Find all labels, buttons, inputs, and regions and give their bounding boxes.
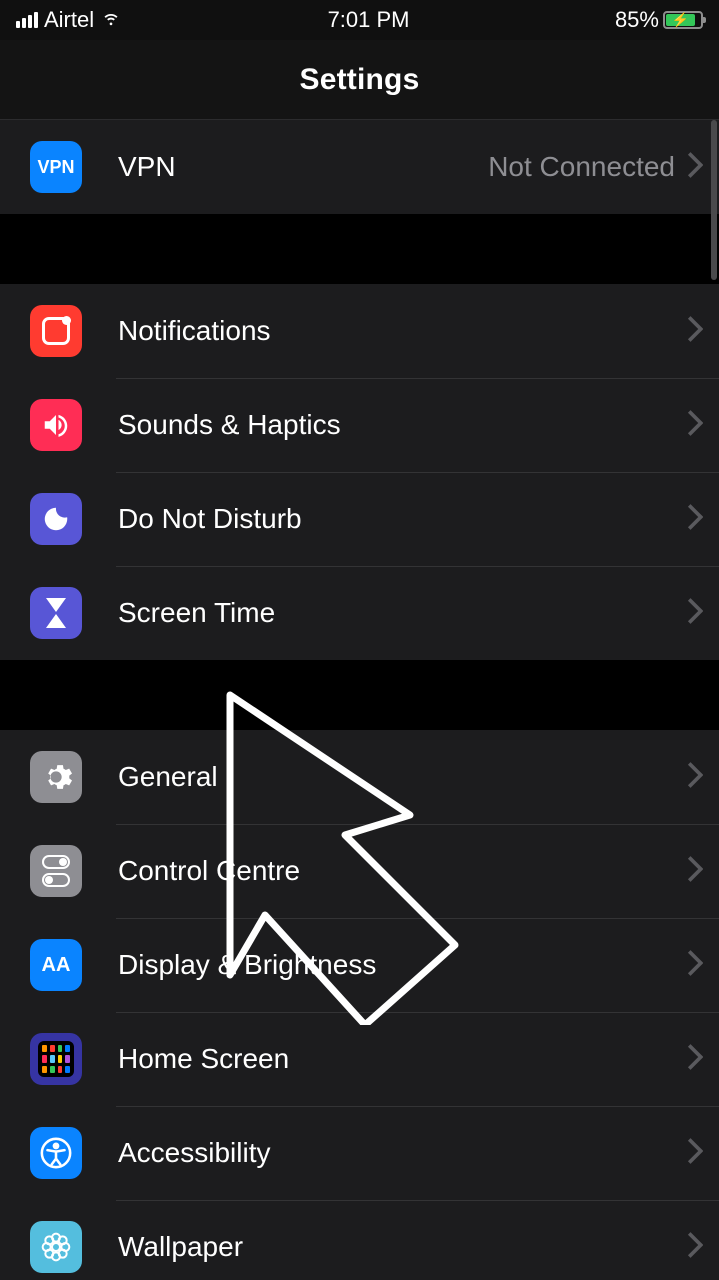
row-label: Wallpaper [118,1231,687,1263]
chevron-right-icon [687,762,703,793]
toggles-icon [30,845,82,897]
notifications-icon [30,305,82,357]
gear-icon [30,751,82,803]
status-time: 7:01 PM [328,7,410,33]
hourglass-icon [30,587,82,639]
home-grid-icon [30,1033,82,1085]
row-home-screen[interactable]: Home Screen [0,1012,719,1106]
row-label: Sounds & Haptics [118,409,687,441]
row-label: VPN [118,151,488,183]
text-size-icon: AA [30,939,82,991]
group-separator [0,660,719,730]
row-label: General [118,761,687,793]
row-notifications[interactable]: Notifications [0,284,719,378]
row-vpn[interactable]: VPN VPN Not Connected [0,120,719,214]
row-detail: Not Connected [488,151,675,183]
flower-icon [30,1221,82,1273]
sounds-icon [30,399,82,451]
cellular-signal-icon [16,12,38,28]
chevron-right-icon [687,410,703,441]
row-screentime[interactable]: Screen Time [0,566,719,660]
chevron-right-icon [687,598,703,629]
settings-group: Notifications Sounds & Haptics Do Not Di… [0,284,719,660]
status-right: 85% ⚡ [615,7,703,33]
group-separator [0,214,719,284]
row-wallpaper[interactable]: Wallpaper [0,1200,719,1280]
page-title: Settings [300,63,420,97]
settings-group: General Control Centre AA Display & Brig… [0,730,719,1280]
settings-list[interactable]: VPN VPN Not Connected Notifications Soun… [0,120,719,1280]
row-control-centre[interactable]: Control Centre [0,824,719,918]
chevron-right-icon [687,950,703,981]
battery-icon: ⚡ [663,11,703,29]
row-accessibility[interactable]: Accessibility [0,1106,719,1200]
nav-header: Settings [0,40,719,120]
row-sounds[interactable]: Sounds & Haptics [0,378,719,472]
row-label: Screen Time [118,597,687,629]
row-label: Display & Brightness [118,949,687,981]
battery-percent: 85% [615,7,659,33]
row-label: Notifications [118,315,687,347]
row-display[interactable]: AA Display & Brightness [0,918,719,1012]
chevron-right-icon [687,152,703,183]
chevron-right-icon [687,1232,703,1263]
vpn-icon: VPN [30,141,82,193]
row-general[interactable]: General [0,730,719,824]
row-label: Control Centre [118,855,687,887]
row-label: Do Not Disturb [118,503,687,535]
row-label: Accessibility [118,1137,687,1169]
settings-group: VPN VPN Not Connected [0,120,719,214]
status-left: Airtel [16,6,122,34]
chevron-right-icon [687,856,703,887]
row-label: Home Screen [118,1043,687,1075]
status-bar: Airtel 7:01 PM 85% ⚡ [0,0,719,40]
carrier-label: Airtel [44,7,94,33]
charging-bolt-icon: ⚡ [672,12,689,29]
chevron-right-icon [687,1138,703,1169]
wifi-icon [100,6,122,34]
chevron-right-icon [687,504,703,535]
chevron-right-icon [687,316,703,347]
chevron-right-icon [687,1044,703,1075]
row-dnd[interactable]: Do Not Disturb [0,472,719,566]
moon-icon [30,493,82,545]
accessibility-icon [30,1127,82,1179]
